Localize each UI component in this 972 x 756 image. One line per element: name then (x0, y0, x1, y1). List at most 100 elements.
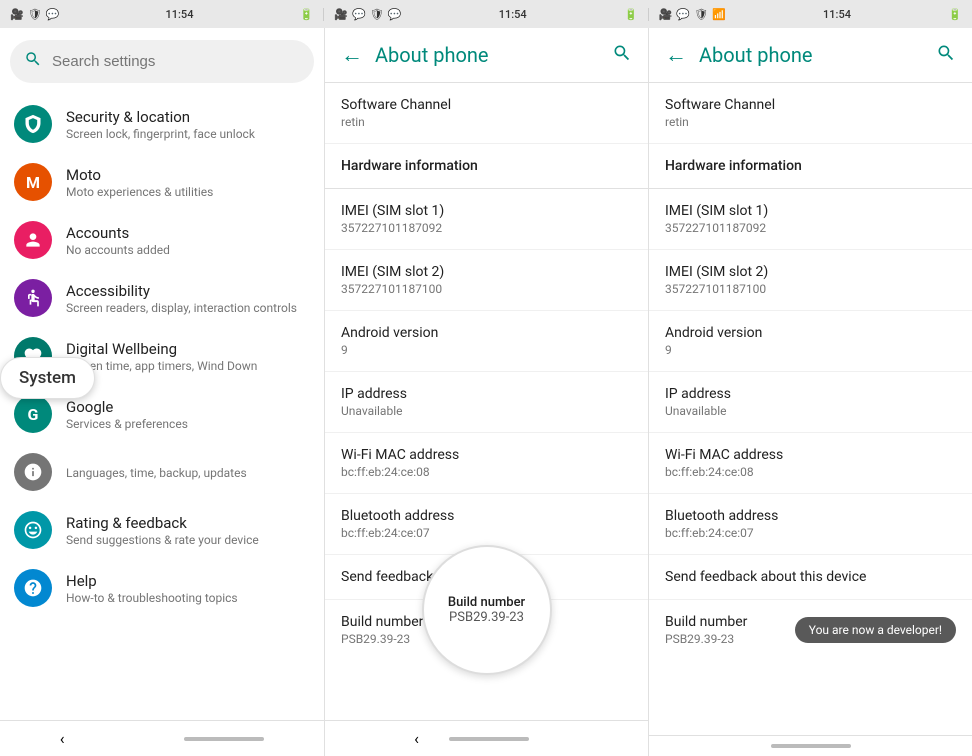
status-icon-signal: 📶 (712, 8, 726, 21)
label-software-channel: Software Channel (341, 97, 632, 113)
accessibility-title: Accessibility (66, 282, 310, 300)
info-item-ip-address[interactable]: IP addressUnavailable (649, 372, 972, 433)
back-button-1[interactable]: ← (341, 42, 363, 68)
search-button-1[interactable] (612, 43, 632, 68)
info-item-imei-(sim-slot-2)[interactable]: IMEI (SIM slot 2)357227101187100 (649, 250, 972, 311)
settings-item-system[interactable]: SystemLanguages, time, backup, updates (0, 443, 324, 501)
settings-text-help: HelpHow-to & troubleshooting topics (66, 572, 310, 605)
nav-back-icon[interactable]: ‹ (60, 729, 65, 748)
search-button-2[interactable] (936, 43, 956, 68)
status-section-left: 🎥 🛡 💬 11:54 🔋 (0, 8, 324, 21)
settings-item-accessibility[interactable]: AccessibilityScreen readers, display, in… (0, 269, 324, 327)
search-icon (24, 50, 42, 73)
build-number-circle[interactable]: Build number PSB29.39-23 (422, 545, 552, 675)
label-bluetooth-address: Bluetooth address (665, 508, 956, 524)
info-item-android-version[interactable]: Android version9 (325, 311, 648, 372)
info-item-ip-address[interactable]: IP address Unavailable (325, 372, 648, 433)
accounts-subtitle: No accounts added (66, 243, 310, 257)
info-item-send-feedback-about-this-device[interactable]: Send feedback about this device (649, 555, 972, 600)
panel-title-1: About phone (375, 43, 600, 67)
status-section-right: 🎥 💬 🛡 📶 11:54 🔋 (649, 8, 972, 21)
about-panel-2: ← About phone Software ChannelretinHardw… (649, 28, 972, 756)
search-input[interactable] (52, 53, 300, 70)
about-panel-1: ← About phone Software ChannelretinHardw… (325, 28, 649, 756)
nav-back-2[interactable]: ‹ (414, 729, 419, 748)
info-item-software-channel[interactable]: Software Channelretin (325, 83, 648, 144)
status-bar: 🎥 🛡 💬 11:54 🔋 🎥 💬 🛡 💬 11:54 🔋 🎥 💬 🛡 📶 11… (0, 0, 972, 28)
info-item-software-channel[interactable]: Software Channel retin (649, 83, 972, 144)
nav-indicator-2 (449, 737, 529, 741)
label-software-channel: Software Channel (665, 97, 956, 113)
info-item-imei-(sim-slot-2)[interactable]: IMEI (SIM slot 2)357227101187100 (325, 250, 648, 311)
label-bluetooth-address: Bluetooth address (341, 508, 632, 524)
status-icons-right: 🎥 💬 🛡 📶 (659, 8, 726, 21)
status-time-right: 11:54 (823, 8, 851, 21)
status-icon-shield2: 🛡 (370, 8, 384, 21)
label-ip-address: IP address (341, 386, 632, 402)
value-android-version: 9 (341, 343, 632, 357)
settings-item-help[interactable]: HelpHow-to & troubleshooting topics (0, 559, 324, 617)
value-android-version: 9 (665, 343, 956, 357)
status-icon-msg2: 💬 (352, 8, 366, 21)
rating-icon (14, 511, 52, 549)
google-subtitle: Services & preferences (66, 417, 310, 431)
settings-text-digital-wellbeing: Digital WellbeingScreen time, app timers… (66, 340, 310, 373)
hardware-info-header: Hardware information (325, 144, 648, 189)
battery-icon-right: 🔋 (948, 8, 962, 21)
security-subtitle: Screen lock, fingerprint, face unlock (66, 127, 310, 141)
settings-item-security[interactable]: Security & locationScreen lock, fingerpr… (0, 95, 324, 153)
circle-label: Build number (448, 595, 525, 610)
info-item-imei-(sim-slot-1)[interactable]: IMEI (SIM slot 1)357227101187092 (325, 189, 648, 250)
nav-indicator (184, 737, 264, 741)
system-icon (14, 453, 52, 491)
settings-text-accounts: AccountsNo accounts added (66, 224, 310, 257)
value-imei-(sim-slot-1): 357227101187092 (341, 221, 632, 235)
info-item-imei-(sim-slot-1)[interactable]: IMEI (SIM slot 1)357227101187092 (649, 189, 972, 250)
label-ip-address: IP address (665, 386, 956, 402)
bottom-nav-settings: ‹ (0, 720, 324, 756)
settings-text-security: Security & locationScreen lock, fingerpr… (66, 108, 310, 141)
accounts-icon (14, 221, 52, 259)
security-title: Security & location (66, 108, 310, 126)
rating-subtitle: Send suggestions & rate your device (66, 533, 310, 547)
build-dev-item[interactable]: Build number PSB29.39-23 You are now a d… (649, 600, 972, 646)
settings-item-moto[interactable]: MMotoMoto experiences & utilities (0, 153, 324, 211)
settings-text-system: SystemLanguages, time, backup, updates (66, 465, 310, 480)
panel-title-2: About phone (699, 43, 924, 67)
info-item-wi-fi-mac-address[interactable]: Wi-Fi MAC addressbc:ff:eb:24:ce:08 (649, 433, 972, 494)
settings-text-google: GoogleServices & preferences (66, 398, 310, 431)
info-item-wi-fi-mac-address[interactable]: Wi-Fi MAC addressbc:ff:eb:24:ce:08 (325, 433, 648, 494)
label-send-feedback-about-this-device: Send feedback about this device (665, 569, 956, 585)
build-label-r: Build number (665, 614, 787, 630)
battery-icon-left: 🔋 (300, 8, 314, 21)
label-imei-(sim-slot-2): IMEI (SIM slot 2) (341, 264, 632, 280)
info-item-android-version[interactable]: Android version9 (649, 311, 972, 372)
digital-wellbeing-title: Digital Wellbeing (66, 340, 310, 358)
panel-content-2: Software ChannelretinHardware informatio… (649, 83, 972, 735)
search-bar[interactable] (10, 40, 314, 83)
help-title: Help (66, 572, 310, 590)
value-software-channel: retin (665, 115, 956, 129)
moto-subtitle: Moto experiences & utilities (66, 185, 310, 199)
digital-wellbeing-subtitle: Screen time, app timers, Wind Down (66, 359, 310, 373)
info-item-bluetooth-address[interactable]: Bluetooth addressbc:ff:eb:24:ce:07 (649, 494, 972, 555)
status-icons-left: 🎥 🛡 💬 (10, 8, 59, 21)
settings-item-rating[interactable]: Rating & feedbackSend suggestions & rate… (0, 501, 324, 559)
value-bluetooth-address: bc:ff:eb:24:ce:07 (341, 526, 632, 540)
help-icon (14, 569, 52, 607)
status-icons-mid: 🎥 💬 🛡 💬 (334, 8, 401, 21)
bottom-nav-panel2 (649, 735, 972, 756)
settings-text-moto: MotoMoto experiences & utilities (66, 166, 310, 199)
back-button-2[interactable]: ← (665, 42, 687, 68)
info-item-build-number[interactable]: Build number PSB29.39-23 You are now a d… (649, 600, 972, 646)
settings-item-accounts[interactable]: AccountsNo accounts added (0, 211, 324, 269)
moto-title: Moto (66, 166, 310, 184)
value-ip-address: Unavailable (341, 404, 632, 418)
status-section-mid: 🎥 💬 🛡 💬 11:54 🔋 (324, 8, 648, 21)
system-subtitle: Languages, time, backup, updates (66, 466, 310, 480)
battery-icon-mid: 🔋 (624, 8, 638, 21)
build-value-r: PSB29.39-23 (665, 632, 787, 646)
info-item-build-number[interactable]: Build number PSB29.39-23 Build number PS… (325, 600, 648, 720)
settings-text-rating: Rating & feedbackSend suggestions & rate… (66, 514, 310, 547)
panel-content-1: Software ChannelretinHardware informatio… (325, 83, 648, 720)
